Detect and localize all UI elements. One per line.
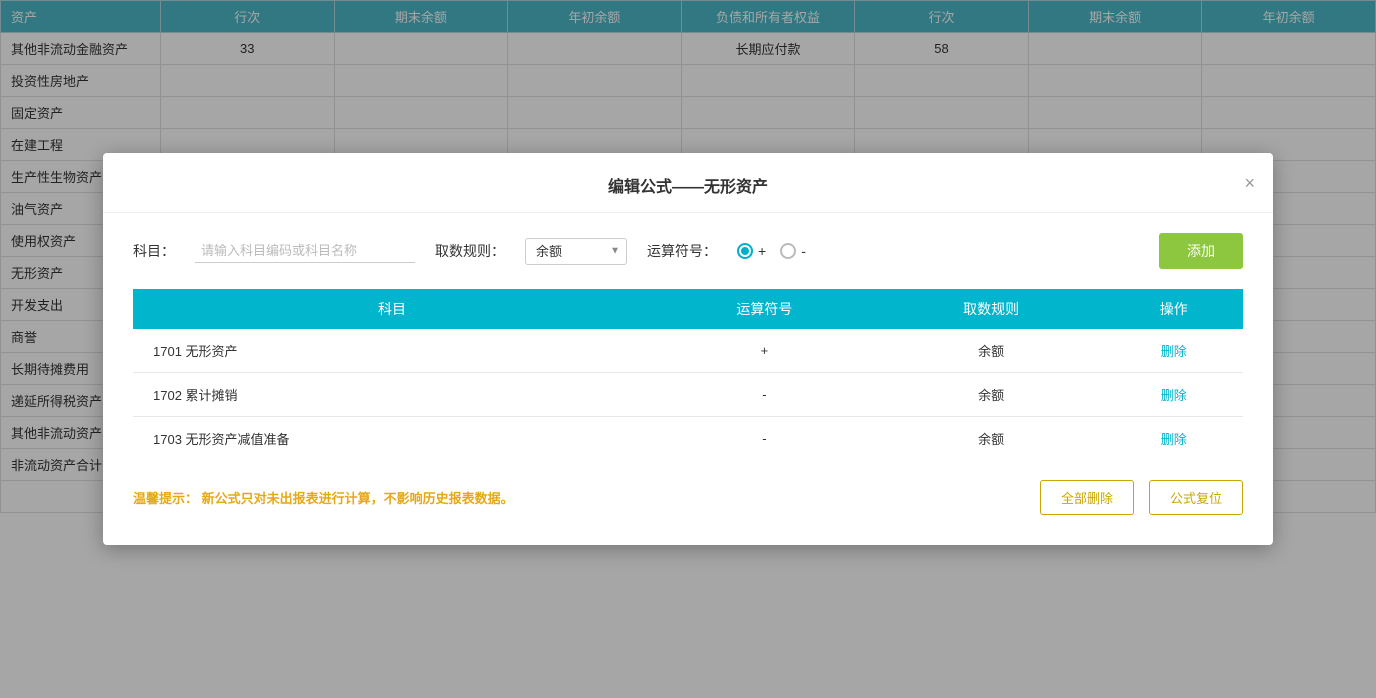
th-action: 操作 (1104, 289, 1243, 329)
cell-subject-2: 1703 无形资产减值准备 (133, 417, 651, 461)
radio-plus-circle (737, 243, 753, 259)
modal-overlay: 编辑公式——无形资产 × 科目： 取数规则： 余额 借方发生额 贷方发生额 借方… (0, 0, 1376, 698)
radio-minus-label: - (801, 243, 806, 259)
cell-rule-0: 余额 (878, 329, 1105, 373)
cell-operator-2: - (651, 417, 878, 461)
th-operator: 运算符号 (651, 289, 878, 329)
footer-tip: 温馨提示： 新公式只对未出报表进行计算，不影响历史报表数据。 (133, 488, 514, 507)
footer-tip-prefix: 温馨提示： (133, 491, 198, 506)
cell-action-1: 删除 (1104, 373, 1243, 417)
cell-operator-1: - (651, 373, 878, 417)
formula-table: 科目 运算符号 取数规则 操作 1701 无形资产 + 余额 删除 1702 累… (133, 289, 1243, 460)
th-rule: 取数规则 (878, 289, 1105, 329)
cell-rule-1: 余额 (878, 373, 1105, 417)
footer-tip-text: 新公式只对未出报表进行计算，不影响历史报表数据。 (202, 491, 514, 506)
delete-button-2[interactable]: 删除 (1161, 429, 1187, 448)
formula-row: 1703 无形资产减值准备 - 余额 删除 (133, 417, 1243, 461)
modal-title: 编辑公式——无形资产 (608, 179, 768, 196)
form-row: 科目： 取数规则： 余额 借方发生额 贷方发生额 借方累计 贷方累计 ▼ 运算符… (103, 213, 1273, 289)
radio-minus-circle (780, 243, 796, 259)
cell-rule-2: 余额 (878, 417, 1105, 461)
table-header-row: 科目 运算符号 取数规则 操作 (133, 289, 1243, 329)
formula-row: 1702 累计摊销 - 余额 删除 (133, 373, 1243, 417)
cell-action-2: 删除 (1104, 417, 1243, 461)
delete-button-0[interactable]: 删除 (1161, 341, 1187, 360)
cell-operator-0: + (651, 329, 878, 373)
radio-plus-label: + (758, 243, 766, 259)
operator-radio-group: + - (737, 243, 806, 259)
radio-minus[interactable]: - (780, 243, 806, 259)
delete-all-button[interactable]: 全部删除 (1040, 480, 1134, 515)
cell-subject-1: 1702 累计摊销 (133, 373, 651, 417)
cell-action-0: 删除 (1104, 329, 1243, 373)
formula-row: 1701 无形资产 + 余额 删除 (133, 329, 1243, 373)
footer-buttons: 全部删除 公式复位 (1040, 480, 1243, 515)
modal-header: 编辑公式——无形资产 × (103, 153, 1273, 213)
modal-close-button[interactable]: × (1244, 174, 1255, 192)
subject-input[interactable] (195, 239, 415, 263)
th-subject: 科目 (133, 289, 651, 329)
rule-select-wrap: 余额 借方发生额 贷方发生额 借方累计 贷方累计 ▼ (525, 238, 627, 265)
delete-button-1[interactable]: 删除 (1161, 385, 1187, 404)
modal-footer: 温馨提示： 新公式只对未出报表进行计算，不影响历史报表数据。 全部删除 公式复位 (103, 460, 1273, 515)
add-button[interactable]: 添加 (1159, 233, 1243, 269)
rule-label: 取数规则： (435, 241, 505, 261)
edit-formula-modal: 编辑公式——无形资产 × 科目： 取数规则： 余额 借方发生额 贷方发生额 借方… (103, 153, 1273, 545)
subject-label: 科目： (133, 241, 175, 261)
operator-label: 运算符号： (647, 241, 717, 261)
cell-subject-0: 1701 无形资产 (133, 329, 651, 373)
reset-formula-button[interactable]: 公式复位 (1149, 480, 1243, 515)
radio-plus[interactable]: + (737, 243, 766, 259)
rule-select[interactable]: 余额 借方发生额 贷方发生额 借方累计 贷方累计 (525, 238, 627, 265)
formula-table-wrap: 科目 运算符号 取数规则 操作 1701 无形资产 + 余额 删除 1702 累… (133, 289, 1243, 460)
